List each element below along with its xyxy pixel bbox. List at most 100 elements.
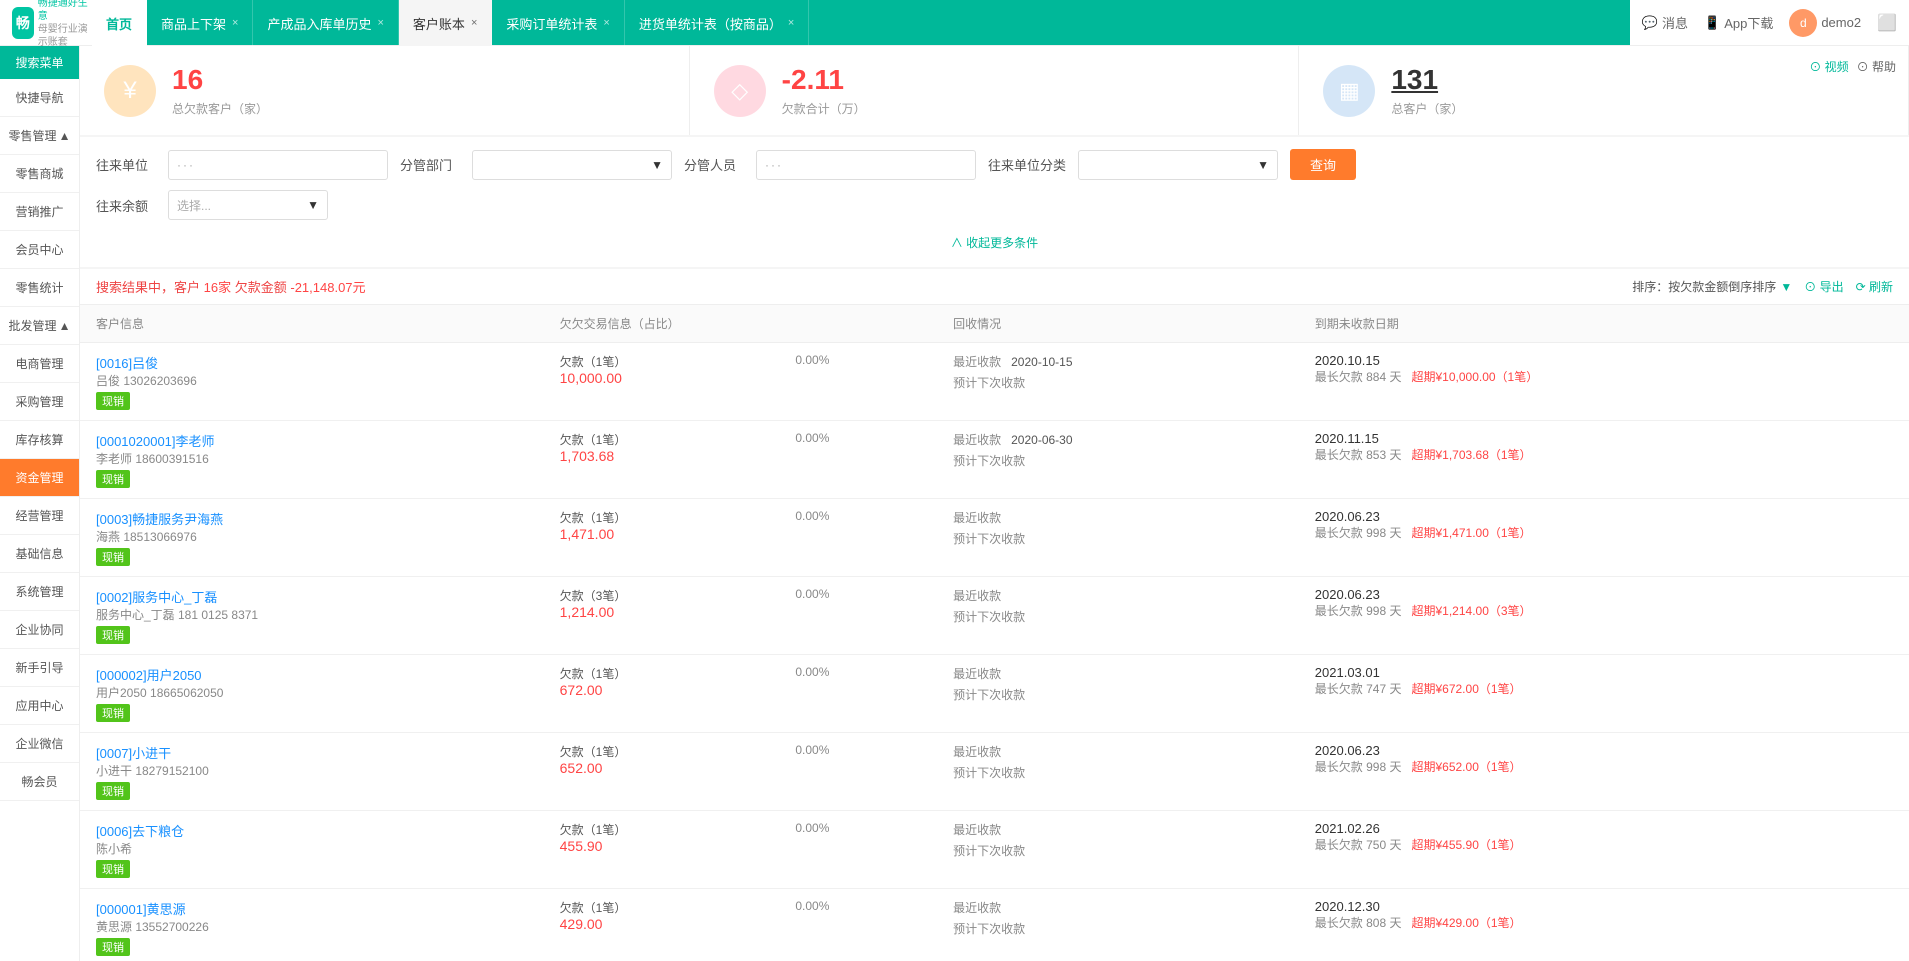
customer-name-4[interactable]: [000002]用户2050 [96, 665, 528, 684]
export-btn[interactable]: ⊙ 导出 [1804, 278, 1843, 295]
main-content: ¥ 16 总欠款客户（家） ◇ -2.11 欠款合计（万） ▦ 131 总客户（… [80, 46, 1909, 961]
debt-amount-0[interactable]: 10,000.00 [560, 370, 764, 386]
debt-amount-7[interactable]: 429.00 [560, 916, 764, 932]
nav-tab-product-history[interactable]: 产成品入库单历史× [253, 0, 398, 46]
nav-tab-product-offline[interactable]: 商品上下架× [147, 0, 253, 46]
overdue-link-4[interactable]: 超期¥672.00（1笔） [1411, 682, 1521, 696]
sidebar-item-retail-mall[interactable]: 零售商城 [0, 155, 79, 193]
stat-icon-diamond: ◇ [714, 65, 766, 117]
close-tab-purchase-order-icon[interactable]: × [603, 17, 609, 29]
customer-tag-5: 现销 [96, 782, 130, 800]
nav-tab-home[interactable]: 首页 [92, 0, 147, 46]
sidebar-item-retail-mgmt[interactable]: 零售管理 ▲ [0, 117, 79, 155]
sidebar-item-retail-stats[interactable]: 零售统计 [0, 269, 79, 307]
nav-tabs-area: 首页商品上下架×产成品入库单历史×客户账本×采购订单统计表×进货单统计表（按商品… [92, 0, 1630, 45]
maximize-btn[interactable]: ⬜ [1877, 13, 1897, 33]
sidebar-item-ops-mgmt[interactable]: 经营管理 [0, 497, 79, 535]
sidebar-search[interactable]: 搜索菜单 [0, 46, 79, 79]
sidebar-item-member-vip[interactable]: 畅会员 [0, 763, 79, 801]
stat-card-debt-customers: ¥ 16 总欠款客户（家） [80, 46, 690, 135]
app-download-btn[interactable]: 📱 App下载 [1704, 13, 1773, 32]
nav-tab-customer-account[interactable]: 客户账本× [399, 0, 492, 46]
manager-input[interactable]: ··· [756, 150, 976, 180]
col-due-date: 到期未收款日期 [1299, 305, 1909, 343]
dept-select[interactable]: ▼ [472, 150, 672, 180]
nav-tab-inventory-stats[interactable]: 进货单统计表（按商品）× [625, 0, 809, 46]
debt-amount-5[interactable]: 652.00 [560, 760, 764, 776]
sidebar-item-ecommerce[interactable]: 电商管理 [0, 345, 79, 383]
debt-amount-1[interactable]: 1,703.68 [560, 448, 764, 464]
overdue-link-2[interactable]: 超期¥1,471.00（1笔） [1411, 526, 1531, 540]
sidebar-item-inventory-check[interactable]: 库存核算 [0, 421, 79, 459]
overdue-link-3[interactable]: 超期¥1,214.00（3笔） [1411, 604, 1531, 618]
sidebar-item-finance-mgmt[interactable]: 资金管理 [0, 459, 79, 497]
sidebar-item-enterprise-collab[interactable]: 企业协同 [0, 611, 79, 649]
message-btn[interactable]: 💬 消息 [1642, 13, 1688, 32]
customer-name-6[interactable]: [0006]去下粮仓 [96, 821, 528, 840]
sidebar-item-quick-nav[interactable]: 快捷导航 [0, 79, 79, 117]
cell-collection-3: 最近收款 预计下次收款 [937, 577, 1299, 655]
customer-name-0[interactable]: [0016]吕俊 [96, 353, 528, 372]
table-row: [0016]吕俊 吕俊 13026203696 现销 欠款（1笔） 10,000… [80, 343, 1909, 421]
stat-info-total-customers: 131 总客户（家） [1391, 64, 1463, 117]
debt-amount-4[interactable]: 672.00 [560, 682, 764, 698]
close-tab-inventory-stats-icon[interactable]: × [788, 17, 794, 29]
customer-name-7[interactable]: [000001]黄思源 [96, 899, 528, 918]
user-avatar[interactable]: d demo2 [1789, 9, 1861, 37]
close-tab-customer-account-icon[interactable]: × [471, 17, 477, 29]
sidebar-item-marketing[interactable]: 营销推广 [0, 193, 79, 231]
stat-label-debt-customers: 总欠款客户（家） [172, 100, 268, 117]
from-unit-input[interactable]: ··· [168, 150, 388, 180]
customer-name-3[interactable]: [0002]服务中心_丁磊 [96, 587, 528, 606]
unit-category-select[interactable]: ▼ [1078, 150, 1278, 180]
customer-name-5[interactable]: [0007]小进干 [96, 743, 528, 762]
overdue-link-6[interactable]: 超期¥455.90（1笔） [1411, 838, 1521, 852]
filter-area: 往来单位 ··· 分管部门 ▼ 分管人员 ··· 往来单位分类 ▼ [80, 137, 1909, 267]
search-button[interactable]: 查询 [1290, 149, 1356, 180]
cell-debt-6: 欠款（1笔） 455.90 [544, 811, 780, 889]
cell-due-date-2: 2020.06.23 最长欠款 998 天 超期¥1,471.00（1笔） [1299, 499, 1909, 577]
sidebar-item-new-guide[interactable]: 新手引导 [0, 649, 79, 687]
customer-name-2[interactable]: [0003]畅捷服务尹海燕 [96, 509, 528, 528]
debt-amount-6[interactable]: 455.90 [560, 838, 764, 854]
nav-tab-purchase-order[interactable]: 采购订单统计表× [492, 0, 624, 46]
cell-collection-4: 最近收款 预计下次收款 [937, 655, 1299, 733]
refresh-btn[interactable]: ⟳ 刷新 [1856, 278, 1893, 295]
sidebar-item-sys-mgmt[interactable]: 系统管理 [0, 573, 79, 611]
close-tab-product-history-icon[interactable]: × [377, 17, 383, 29]
debt-amount-2[interactable]: 1,471.00 [560, 526, 764, 542]
cell-debt-7: 欠款（1笔） 429.00 [544, 889, 780, 961]
customer-tag-1: 现销 [96, 470, 130, 488]
overdue-link-0[interactable]: 超期¥10,000.00（1笔） [1411, 370, 1538, 384]
sidebar-item-batch-mgmt[interactable]: 批发管理 ▲ [0, 307, 79, 345]
video-btn[interactable]: ⊙ 视频 [1809, 58, 1848, 75]
cell-customer-1: [0001020001]李老师 李老师 18600391516 现销 [80, 421, 544, 499]
overdue-link-5[interactable]: 超期¥652.00（1笔） [1411, 760, 1521, 774]
table-row: [0007]小进干 小进干 18279152100 现销 欠款（1笔） 652.… [80, 733, 1909, 811]
balance-select[interactable]: 选择... ▼ [168, 190, 328, 220]
cell-collection-2: 最近收款 预计下次收款 [937, 499, 1299, 577]
overdue-link-1[interactable]: 超期¥1,703.68（1笔） [1411, 448, 1531, 462]
close-tab-product-offline-icon[interactable]: × [232, 17, 238, 29]
sidebar-item-enterprise-wx[interactable]: 企业微信 [0, 725, 79, 763]
help-btn[interactable]: ⊙ 帮助 [1857, 58, 1896, 75]
overdue-link-7[interactable]: 超期¥429.00（1笔） [1411, 916, 1521, 930]
stat-value-debt-customers: 16 [172, 64, 268, 96]
debt-percent-6: 0.00% [795, 821, 921, 835]
cell-customer-2: [0003]畅捷服务尹海燕 海燕 18513066976 现销 [80, 499, 544, 577]
debt-count-6: 欠款（1笔） [560, 821, 764, 838]
collapse-btn[interactable]: ∧ 收起更多条件 [96, 230, 1893, 255]
results-info: 搜索结果中，客户 16家 欠款金额 -21,148.07元 [96, 277, 366, 296]
sidebar-item-app-center[interactable]: 应用中心 [0, 687, 79, 725]
cell-debt-4: 欠款（1笔） 672.00 [544, 655, 780, 733]
sidebar-item-member-center[interactable]: 会员中心 [0, 231, 79, 269]
sidebar-item-basic-info[interactable]: 基础信息 [0, 535, 79, 573]
overdue-days-7: 最长欠款 808 天 超期¥429.00（1笔） [1315, 914, 1893, 931]
sidebar-item-purchase-mgmt[interactable]: 采购管理 [0, 383, 79, 421]
sort-btn[interactable]: 排序：按欠款金额倒序排序 ▼ [1632, 278, 1792, 295]
debt-amount-3[interactable]: 1,214.00 [560, 604, 764, 620]
stat-value-debt-amount: -2.11 [782, 64, 866, 96]
cell-customer-0: [0016]吕俊 吕俊 13026203696 现销 [80, 343, 544, 421]
stat-actions: ⊙ 视频 ⊙ 帮助 [1809, 58, 1896, 75]
customer-name-1[interactable]: [0001020001]李老师 [96, 431, 528, 450]
